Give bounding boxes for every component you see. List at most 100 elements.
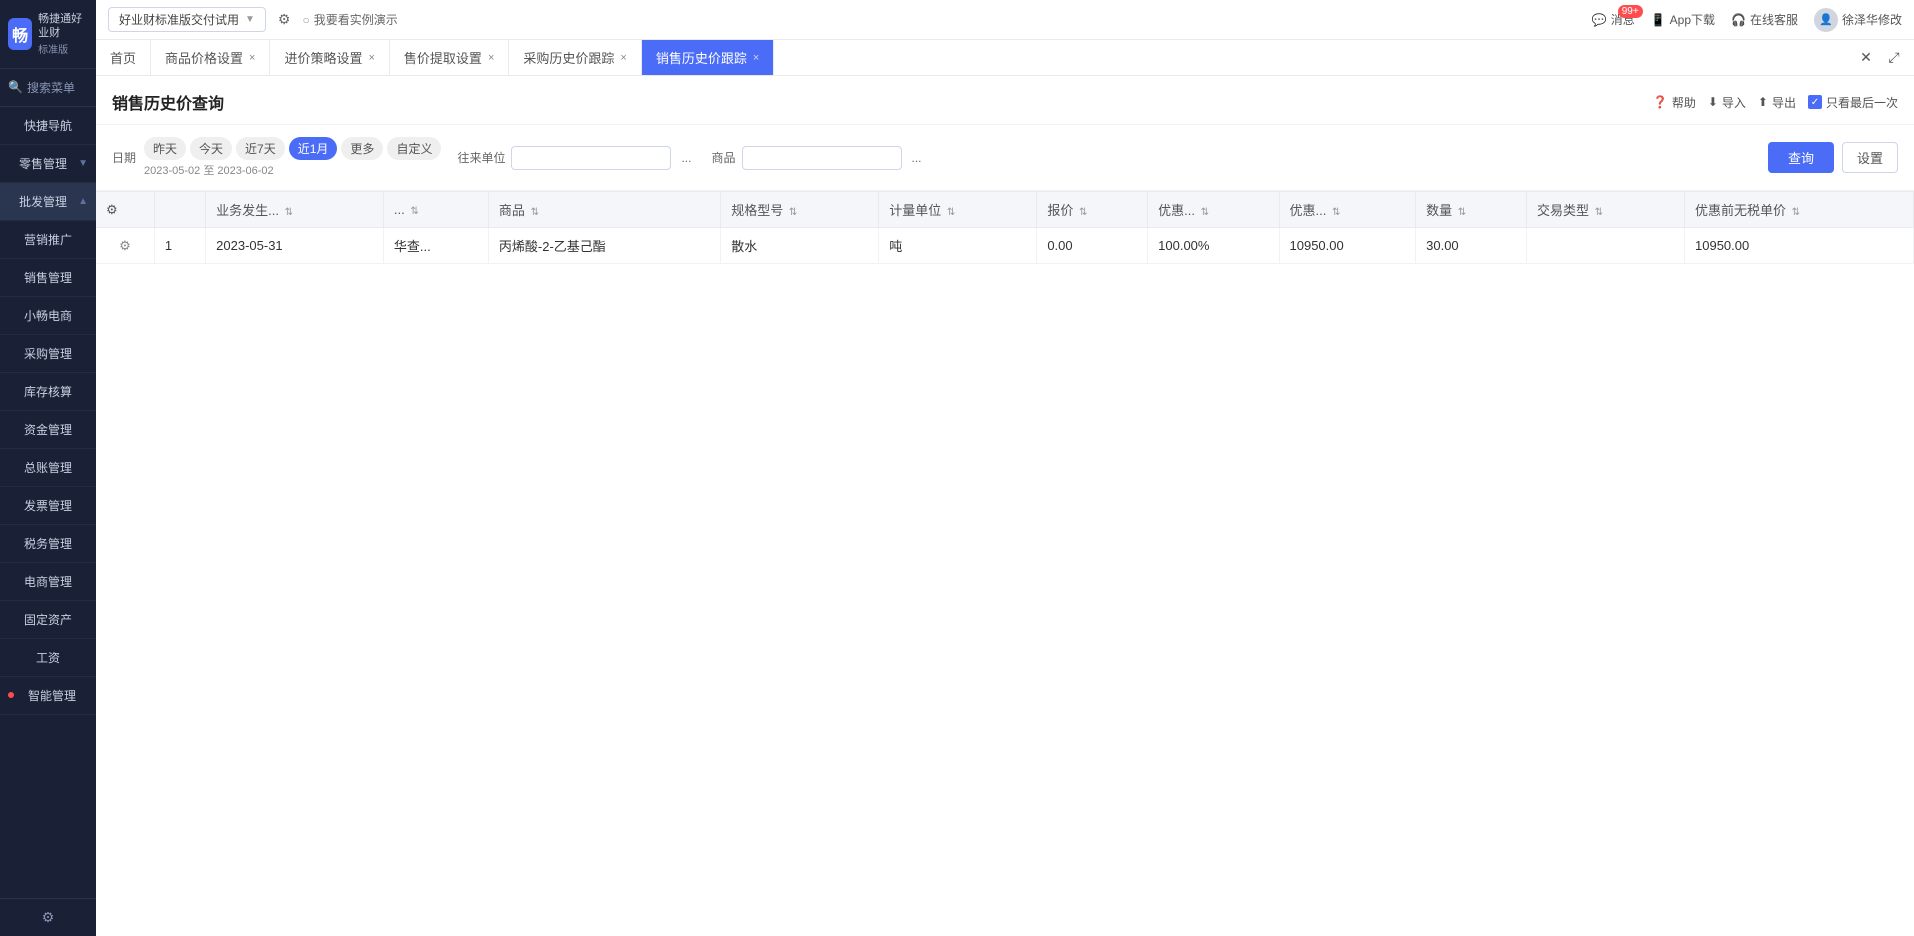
tab-expand-button[interactable]: ⤢	[1882, 46, 1906, 70]
user-profile[interactable]: 👤 徐泽华修改	[1814, 8, 1902, 32]
logo-text: 畅捷通好业财	[38, 12, 88, 41]
table-wrapper: ⚙ 业务发生... ⇅ ... ⇅ 商品 ⇅	[96, 191, 1914, 936]
tab-sales-history[interactable]: 销售历史价跟踪 ×	[642, 40, 774, 76]
sort-icon-discount2: ⇅	[1332, 207, 1340, 218]
tab-price-strategy[interactable]: 进价策略设置 ×	[270, 40, 389, 76]
row-pretax-price: 10950.00	[1685, 228, 1914, 264]
online-service-button[interactable]: 🎧 在线客服	[1731, 11, 1798, 28]
logo-sub: 标准版	[38, 41, 88, 56]
sidebar-item-ecom-mgmt[interactable]: 电商管理	[0, 563, 96, 601]
sort-icon-discount1: ⇅	[1201, 207, 1209, 218]
product-ellipsis[interactable]: ...	[908, 147, 926, 169]
chevron-up-icon: ▲	[78, 196, 88, 207]
sidebar-item-invoice-mgmt[interactable]: 发票管理	[0, 487, 96, 525]
table-header-row: ⚙ 业务发生... ⇅ ... ⇅ 商品 ⇅	[96, 192, 1914, 228]
sidebar-settings-button[interactable]: ⚙	[0, 898, 96, 936]
tab-close-price-extract[interactable]: ×	[488, 52, 494, 64]
col-seq	[154, 192, 205, 228]
sidebar-item-xiaochang-ecom[interactable]: 小畅电商	[0, 297, 96, 335]
sidebar-item-fixed-assets[interactable]: 固定资产	[0, 601, 96, 639]
tab-close-price-settings[interactable]: ×	[249, 52, 255, 64]
sidebar-item-purchase-mgmt[interactable]: 采购管理	[0, 335, 96, 373]
product-input[interactable]	[742, 146, 902, 170]
query-button[interactable]: 查询	[1768, 142, 1834, 173]
date-btn-today[interactable]: 今天	[190, 137, 232, 160]
message-icon: 💬	[1592, 13, 1607, 27]
help-button[interactable]: ❓ 帮助	[1653, 94, 1696, 111]
tab-price-extract[interactable]: 售价提取设置 ×	[390, 40, 509, 76]
col-spec[interactable]: 规格型号 ⇅	[721, 192, 879, 228]
import-button[interactable]: ⬇ 导入	[1708, 94, 1746, 111]
col-biz-date[interactable]: 业务发生... ⇅	[206, 192, 384, 228]
sidebar-item-inventory[interactable]: 库存核算	[0, 373, 96, 411]
product-filter: 商品 ...	[711, 146, 925, 170]
headset-icon: 🎧	[1731, 13, 1746, 27]
sidebar-item-general-ledger[interactable]: 总账管理	[0, 449, 96, 487]
tab-purchase-history[interactable]: 采购历史价跟踪 ×	[509, 40, 641, 76]
content-area: 销售历史价查询 ❓ 帮助 ⬇ 导入 ⬆ 导出 只看最后一次	[96, 76, 1914, 936]
mobile-icon: 📱	[1651, 13, 1666, 27]
last-only-checkbox[interactable]	[1808, 95, 1822, 109]
col-unit[interactable]: 计量单位 ⇅	[879, 192, 1037, 228]
sidebar-item-wholesale-mgmt[interactable]: 批发管理 ▲	[0, 183, 96, 221]
tab-home[interactable]: 首页	[96, 40, 151, 76]
date-btn-custom[interactable]: 自定义	[387, 137, 441, 160]
tab-price-settings[interactable]: 商品价格设置 ×	[151, 40, 270, 76]
col-col3[interactable]: ... ⇅	[383, 192, 488, 228]
col-price[interactable]: 报价 ⇅	[1037, 192, 1148, 228]
tab-close-price-strategy[interactable]: ×	[368, 52, 374, 64]
sort-icon-unit: ⇅	[947, 207, 955, 218]
tab-close-button[interactable]: ✕	[1854, 46, 1878, 70]
table-body: ⚙ 1 2023-05-31 华查... 丙烯酸-2-乙基己酯 散水 吨 0.0…	[96, 228, 1914, 264]
import-icon: ⬇	[1708, 95, 1718, 109]
sidebar-item-smart-mgmt[interactable]: 智能管理	[0, 677, 96, 715]
filter-settings-button[interactable]: 设置	[1842, 142, 1898, 173]
col-pretax-price[interactable]: 优惠前无税单价 ⇅	[1685, 192, 1914, 228]
from-company-input[interactable]	[511, 146, 671, 170]
sidebar-item-quick-nav[interactable]: 快捷导航	[0, 107, 96, 145]
version-selector[interactable]: 好业财标准版交付试用 ▼	[108, 7, 266, 32]
row-discount1: 100.00%	[1148, 228, 1279, 264]
col-discount1[interactable]: 优惠... ⇅	[1148, 192, 1279, 228]
sidebar-item-finance[interactable]: 资金管理	[0, 411, 96, 449]
export-button[interactable]: ⬆ 导出	[1758, 94, 1796, 111]
col-discount2[interactable]: 优惠... ⇅	[1279, 192, 1416, 228]
date-btn-last1m[interactable]: 近1月	[289, 137, 338, 160]
sort-icon-product: ⇅	[531, 207, 539, 218]
tab-close-sales-history[interactable]: ×	[753, 52, 759, 64]
row-unit: 吨	[879, 228, 1037, 264]
date-filter-group: 日期 昨天 今天 近7天 近1月 更多 自定义 2023-05-02 至 202…	[112, 137, 441, 178]
sidebar-item-retail-mgmt[interactable]: 零售管理 ▼	[0, 145, 96, 183]
col-trans-type[interactable]: 交易类型 ⇅	[1526, 192, 1684, 228]
row-gear[interactable]: ⚙	[96, 228, 154, 264]
tabbar: 首页 商品价格设置 × 进价策略设置 × 售价提取设置 × 采购历史价跟踪 × …	[96, 40, 1914, 76]
col-gear[interactable]: ⚙	[96, 192, 154, 228]
app-download-button[interactable]: 📱 App下载	[1651, 11, 1715, 28]
message-button[interactable]: 💬 消息 99+	[1592, 11, 1635, 28]
sidebar-item-sales-mgmt[interactable]: 销售管理	[0, 259, 96, 297]
from-company-ellipsis[interactable]: ...	[677, 147, 695, 169]
row-qty: 30.00	[1416, 228, 1527, 264]
demo-link[interactable]: ○ 我要看实例演示	[302, 11, 397, 28]
sidebar-item-tax-mgmt[interactable]: 税务管理	[0, 525, 96, 563]
from-company-filter: 往来单位 ...	[457, 146, 695, 170]
date-btn-last7[interactable]: 近7天	[236, 137, 285, 160]
col-qty[interactable]: 数量 ⇅	[1416, 192, 1527, 228]
row-product: 丙烯酸-2-乙基己酯	[488, 228, 720, 264]
date-range-display: 2023-05-02 至 2023-06-02	[144, 162, 441, 178]
date-btn-more[interactable]: 更多	[341, 137, 383, 160]
filter-actions: 查询 设置	[1768, 142, 1898, 173]
sidebar-item-payroll[interactable]: 工资	[0, 639, 96, 677]
sort-icon-qty: ⇅	[1458, 207, 1466, 218]
sidebar-search[interactable]: 🔍 搜索菜单	[0, 69, 96, 107]
col-product[interactable]: 商品 ⇅	[488, 192, 720, 228]
tab-close-purchase-history[interactable]: ×	[620, 52, 626, 64]
row-biz-date: 2023-05-31	[206, 228, 384, 264]
date-btn-yesterday[interactable]: 昨天	[144, 137, 186, 160]
sidebar: 畅 畅捷通好业财 标准版 🔍 搜索菜单 快捷导航 零售管理 ▼ 批发管理 ▲ 营…	[0, 0, 96, 936]
row-discount2: 10950.00	[1279, 228, 1416, 264]
topbar-settings-icon[interactable]: ⚙	[278, 11, 291, 28]
last-only-checkbox-label[interactable]: 只看最后一次	[1808, 94, 1898, 111]
row-trans-type	[1526, 228, 1684, 264]
sidebar-item-marketing[interactable]: 营销推广	[0, 221, 96, 259]
